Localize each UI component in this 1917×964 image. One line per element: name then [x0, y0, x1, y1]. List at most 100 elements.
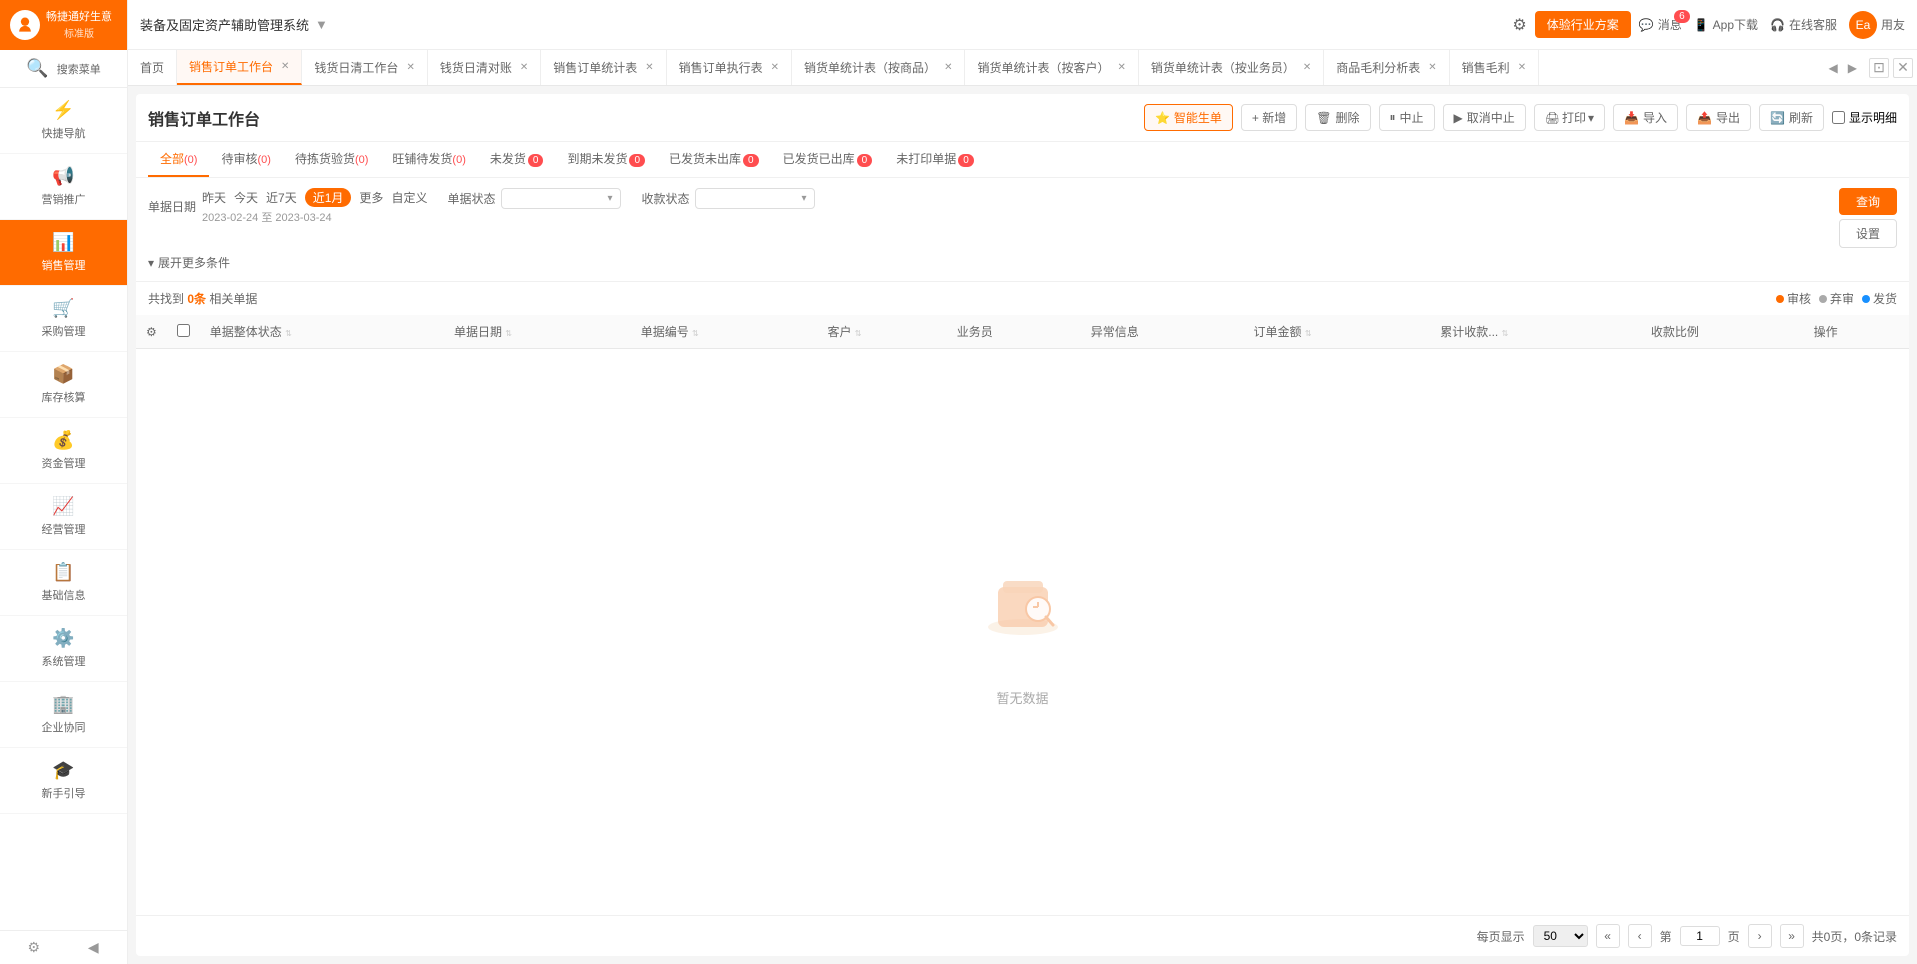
tab-sales-stat-close[interactable]: ✕	[645, 62, 653, 73]
sort-number-icon[interactable]: ⇅	[692, 329, 699, 338]
tab-sales-exec-close[interactable]: ✕	[771, 62, 779, 73]
sidebar-item-quicknav[interactable]: ⚡ 快捷导航	[0, 88, 127, 154]
window-restore-button[interactable]: ⊡	[1869, 58, 1889, 78]
tab-gross-profit[interactable]: 商品毛利分析表 ✕	[1324, 50, 1449, 85]
select-all-checkbox[interactable]	[177, 324, 190, 337]
sort-status-icon[interactable]: ⇅	[285, 329, 292, 338]
tab-sales-workbench[interactable]: 销售订单工作台 ✕	[177, 50, 302, 85]
cancel-suspend-button[interactable]: ▶ 取消中止	[1443, 104, 1526, 131]
online-service-button[interactable]: 🎧 在线客服	[1770, 16, 1837, 33]
tab-sales-stat-product-close[interactable]: ✕	[944, 62, 952, 73]
tab-sales-stat[interactable]: 销售订单统计表 ✕	[541, 50, 666, 85]
column-settings-icon[interactable]: ⚙	[146, 325, 157, 339]
sidebar-item-operations[interactable]: 📈 经营管理	[0, 484, 127, 550]
tab-cash-reconcile-close[interactable]: ✕	[520, 62, 528, 73]
tab-gross-profit-close[interactable]: ✕	[1428, 62, 1436, 73]
smart-create-button[interactable]: ⭐ 智能生单	[1144, 104, 1233, 131]
sort-date-icon[interactable]: ⇅	[505, 329, 512, 338]
sidebar-item-finance[interactable]: 💰 资金管理	[0, 418, 127, 484]
date-1month[interactable]: 近1月	[305, 188, 352, 207]
delete-icon: 🗑	[1316, 111, 1331, 125]
collapse-button[interactable]: ◀	[68, 939, 120, 956]
date-more[interactable]: 更多	[359, 189, 383, 206]
import-button[interactable]: 📥 导入	[1613, 104, 1678, 131]
solution-button[interactable]: 体验行业方案	[1535, 11, 1631, 38]
subtab-not-printed[interactable]: 未打印单据0	[884, 142, 986, 177]
subtab-shipped-out[interactable]: 已发货已出库0	[771, 142, 885, 177]
sidebar-item-inventory[interactable]: 📦 库存核算	[0, 352, 127, 418]
subtab-pending-inspect[interactable]: 待拣货验货(0)	[283, 142, 380, 177]
page-number-input[interactable]	[1680, 926, 1720, 946]
query-button[interactable]: 查询	[1839, 188, 1897, 215]
subtab-shipped-not-out[interactable]: 已发货未出库0	[657, 142, 771, 177]
app-download-button[interactable]: 📱 App下载	[1694, 16, 1758, 33]
suspend-button[interactable]: ⏸ 中止	[1379, 104, 1435, 131]
sort-amount-icon[interactable]: ⇅	[1305, 329, 1312, 338]
sidebar-item-purchase[interactable]: 🛒 采购管理	[0, 286, 127, 352]
next-page-button[interactable]: ›	[1748, 924, 1772, 948]
sidebar-item-basic[interactable]: 📋 基础信息	[0, 550, 127, 616]
sidebar-item-system[interactable]: ⚙️ 系统管理	[0, 616, 127, 682]
tab-sales-profit-close[interactable]: ✕	[1518, 62, 1526, 73]
tab-sales-workbench-close[interactable]: ✕	[281, 61, 289, 72]
show-detail-input[interactable]	[1832, 111, 1845, 124]
table-scroll-area[interactable]: ⚙ 单据整体状态 ⇅ 单据日期	[136, 315, 1909, 349]
tab-next-button[interactable]: ▶	[1844, 59, 1861, 77]
export-button[interactable]: 📤 导出	[1686, 104, 1751, 131]
tab-cash-daily-close[interactable]: ✕	[406, 62, 414, 73]
content-card: 销售订单工作台 ⭐ 智能生单 + 新增 🗑 删除 ⏸ 中止	[136, 94, 1909, 956]
sidebar-item-search[interactable]: 🔍 搜索菜单	[0, 50, 127, 88]
expand-filter-button[interactable]: ▾ 展开更多条件	[148, 254, 1897, 271]
window-close-button[interactable]: ✕	[1893, 58, 1913, 78]
review-action-button[interactable]: 审核	[1776, 290, 1811, 307]
sidebar-item-enterprise[interactable]: 🏢 企业协同	[0, 682, 127, 748]
tab-cash-daily[interactable]: 钱货日清工作台 ✕	[302, 50, 427, 85]
payment-select[interactable]: ▾	[695, 188, 815, 209]
last-page-button[interactable]: »	[1780, 924, 1804, 948]
prev-page-button[interactable]: ‹	[1628, 924, 1652, 948]
sidebar-item-sales[interactable]: 📊 销售管理	[0, 220, 127, 286]
sidebar-item-guide[interactable]: 🎓 新手引导	[0, 748, 127, 814]
sort-collected-icon[interactable]: ⇅	[1502, 329, 1509, 338]
tab-sales-profit[interactable]: 销售毛利 ✕	[1450, 50, 1539, 85]
ship-action-button[interactable]: 发货	[1862, 290, 1897, 307]
message-button[interactable]: 💬 消息 6	[1639, 16, 1682, 33]
tab-prev-button[interactable]: ◀	[1825, 59, 1842, 77]
date-today[interactable]: 今天	[234, 189, 258, 206]
status-select-arrow: ▾	[607, 193, 612, 204]
per-page-select[interactable]: 50 20 100	[1533, 925, 1588, 947]
tab-sales-stat-customer[interactable]: 销货单统计表（按客户） ✕	[965, 50, 1138, 85]
tab-sales-stat-customer-close[interactable]: ✕	[1117, 62, 1125, 73]
user-menu-button[interactable]: Ea 用友	[1849, 11, 1905, 39]
subtab-expired-not-shipped[interactable]: 到期未发货0	[555, 142, 657, 177]
refresh-button[interactable]: 🔄 刷新	[1759, 104, 1824, 131]
date-yesterday[interactable]: 昨天	[202, 189, 226, 206]
settings-button[interactable]: ⚙	[8, 939, 60, 956]
tab-sales-stat-staff-close[interactable]: ✕	[1303, 62, 1311, 73]
sort-customer-icon[interactable]: ⇅	[855, 329, 862, 338]
status-select[interactable]: ▾	[501, 188, 621, 209]
sales-icon: 📊	[52, 232, 74, 253]
date-7days[interactable]: 近7天	[266, 189, 297, 206]
anti-review-action-button[interactable]: 弃审	[1819, 290, 1854, 307]
subtab-wangpu-delivery[interactable]: 旺铺待发货(0)	[380, 142, 477, 177]
tab-sales-stat-product[interactable]: 销货单统计表（按商品） ✕	[792, 50, 965, 85]
tab-sales-exec[interactable]: 销售订单执行表 ✕	[667, 50, 792, 85]
first-page-button[interactable]: «	[1596, 924, 1620, 948]
subtab-pending-review[interactable]: 待审核(0)	[209, 142, 282, 177]
tab-sales-workbench-label: 销售订单工作台	[189, 58, 273, 75]
inventory-icon: 📦	[52, 364, 74, 385]
tab-home[interactable]: 首页	[128, 50, 177, 85]
sidebar-item-marketing[interactable]: 📢 营销推广	[0, 154, 127, 220]
set-button[interactable]: 设置	[1839, 219, 1897, 248]
print-button[interactable]: 🖨 打印 ▾	[1534, 104, 1605, 131]
subtab-not-shipped[interactable]: 未发货0	[478, 142, 556, 177]
show-detail-checkbox[interactable]: 显示明细	[1832, 109, 1897, 126]
subtab-all[interactable]: 全部(0)	[148, 142, 209, 177]
settings-icon[interactable]: ⚙	[1512, 15, 1526, 35]
add-button[interactable]: + 新增	[1241, 104, 1297, 131]
tab-sales-stat-staff[interactable]: 销货单统计表（按业务员） ✕	[1139, 50, 1324, 85]
tab-cash-reconcile[interactable]: 钱货日清对账 ✕	[428, 50, 541, 85]
date-custom[interactable]: 自定义	[391, 189, 427, 206]
delete-button[interactable]: 🗑 删除	[1305, 104, 1370, 131]
